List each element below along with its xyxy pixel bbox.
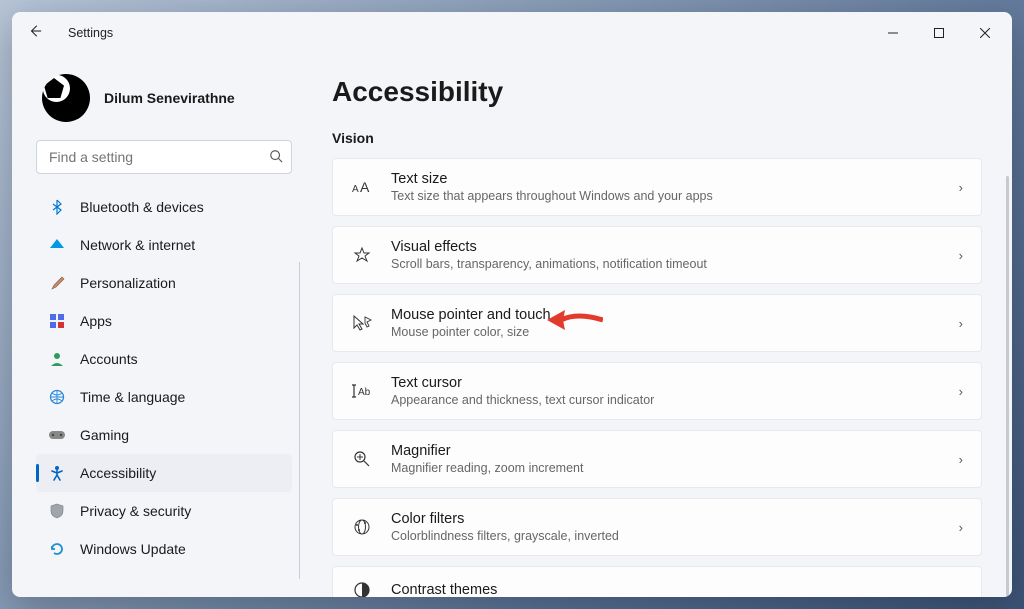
sidebar-item-label: Accounts: [80, 351, 138, 367]
chevron-right-icon: ›: [959, 384, 963, 399]
sidebar-item-time-language[interactable]: Time & language: [36, 378, 292, 416]
section-label: Vision: [332, 130, 982, 146]
sidebar-item-gaming[interactable]: Gaming: [36, 416, 292, 454]
text-size-icon: AA: [351, 176, 373, 198]
page-title: Accessibility: [332, 76, 982, 108]
titlebar: Settings: [12, 12, 1012, 54]
card-subtitle: Scroll bars, transparency, animations, n…: [391, 257, 941, 271]
sidebar-item-label: Personalization: [80, 275, 176, 291]
back-button[interactable]: [28, 24, 56, 42]
search-box[interactable]: [36, 140, 292, 174]
card-subtitle: Mouse pointer color, size: [391, 325, 941, 339]
search-icon: [269, 149, 283, 166]
card-subtitle: Colorblindness filters, grayscale, inver…: [391, 529, 941, 543]
bluetooth-icon: [48, 198, 66, 216]
person-icon: [48, 350, 66, 368]
update-icon: [48, 540, 66, 558]
sidebar-item-label: Accessibility: [80, 465, 156, 481]
sidebar: Dilum Senevirathne Bluetooth & devices: [12, 54, 304, 597]
chevron-right-icon: ›: [959, 180, 963, 195]
profile[interactable]: Dilum Senevirathne: [42, 74, 292, 122]
card-title: Contrast themes: [391, 582, 963, 597]
card-color-filters[interactable]: Color filters Colorblindness filters, gr…: [332, 498, 982, 556]
color-filters-icon: [351, 516, 373, 538]
sidebar-item-label: Time & language: [80, 389, 185, 405]
card-text-cursor[interactable]: Ab Text cursor Appearance and thickness,…: [332, 362, 982, 420]
gamepad-icon: [48, 426, 66, 444]
minimize-button[interactable]: [870, 17, 916, 49]
sidebar-item-accessibility[interactable]: Accessibility: [36, 454, 292, 492]
brush-icon: [48, 274, 66, 292]
content-area: Accessibility Vision AA Text size Text s…: [304, 54, 1012, 597]
svg-text:Ab: Ab: [358, 387, 371, 398]
sidebar-item-label: Privacy & security: [80, 503, 191, 519]
close-button[interactable]: [962, 17, 1008, 49]
user-name: Dilum Senevirathne: [104, 90, 235, 106]
chevron-right-icon: ›: [959, 248, 963, 263]
sidebar-item-apps[interactable]: Apps: [36, 302, 292, 340]
card-title: Text cursor: [391, 375, 941, 391]
card-subtitle: Text size that appears throughout Window…: [391, 189, 941, 203]
card-text-size[interactable]: AA Text size Text size that appears thro…: [332, 158, 982, 216]
window-title: Settings: [68, 26, 113, 40]
sidebar-item-label: Apps: [80, 313, 112, 329]
sidebar-item-network[interactable]: Network & internet: [36, 226, 292, 264]
contrast-icon: [351, 579, 373, 597]
card-subtitle: Magnifier reading, zoom increment: [391, 461, 941, 475]
card-mouse-pointer[interactable]: Mouse pointer and touch Mouse pointer co…: [332, 294, 982, 352]
sidebar-item-bluetooth[interactable]: Bluetooth & devices: [36, 188, 292, 226]
svg-text:A: A: [360, 179, 370, 195]
mouse-pointer-icon: [351, 312, 373, 334]
magnifier-icon: [351, 448, 373, 470]
sidebar-item-label: Gaming: [80, 427, 129, 443]
sidebar-item-windows-update[interactable]: Windows Update: [36, 530, 292, 568]
maximize-button[interactable]: [916, 17, 962, 49]
card-title: Text size: [391, 171, 941, 187]
sidebar-item-privacy[interactable]: Privacy & security: [36, 492, 292, 530]
card-contrast-themes[interactable]: Contrast themes: [332, 566, 982, 597]
card-title: Magnifier: [391, 443, 941, 459]
chevron-right-icon: ›: [959, 520, 963, 535]
card-title: Visual effects: [391, 239, 941, 255]
nav-list: Bluetooth & devices Network & internet P…: [36, 188, 300, 597]
wifi-icon: [48, 236, 66, 254]
sidebar-item-label: Windows Update: [80, 541, 186, 557]
sidebar-item-label: Bluetooth & devices: [80, 199, 204, 215]
scrollbar[interactable]: [1006, 176, 1009, 596]
settings-window: Settings Dilum Senevirathne: [12, 12, 1012, 597]
card-title: Color filters: [391, 511, 941, 527]
chevron-right-icon: ›: [959, 316, 963, 331]
globe-icon: [48, 388, 66, 406]
nav-divider: [299, 262, 300, 579]
text-cursor-icon: Ab: [351, 380, 373, 402]
svg-text:A: A: [352, 184, 359, 195]
sidebar-item-label: Network & internet: [80, 237, 195, 253]
shield-icon: [48, 502, 66, 520]
card-subtitle: Appearance and thickness, text cursor in…: [391, 393, 941, 407]
sidebar-item-personalization[interactable]: Personalization: [36, 264, 292, 302]
card-title: Mouse pointer and touch: [391, 307, 941, 323]
card-visual-effects[interactable]: Visual effects Scroll bars, transparency…: [332, 226, 982, 284]
chevron-right-icon: ›: [959, 452, 963, 467]
visual-effects-icon: [351, 244, 373, 266]
card-magnifier[interactable]: Magnifier Magnifier reading, zoom increm…: [332, 430, 982, 488]
accessibility-icon: [48, 464, 66, 482]
avatar: [42, 74, 90, 122]
search-input[interactable]: [49, 149, 269, 165]
sidebar-item-accounts[interactable]: Accounts: [36, 340, 292, 378]
apps-icon: [48, 312, 66, 330]
